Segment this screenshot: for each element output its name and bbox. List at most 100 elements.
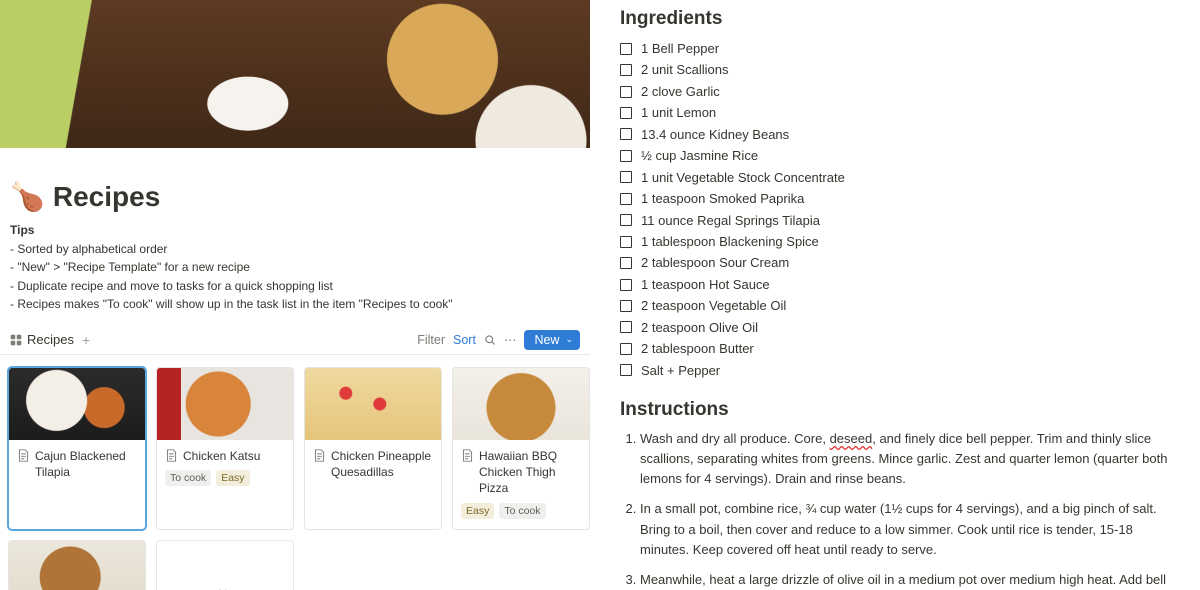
checkbox[interactable] xyxy=(620,107,632,119)
spellcheck-flag: deseed xyxy=(830,431,873,446)
new-button[interactable]: New ⌄ xyxy=(524,330,580,350)
checkbox[interactable] xyxy=(620,279,632,291)
ingredient-item[interactable]: 13.4 ounce Kidney Beans xyxy=(620,124,1180,145)
ingredient-item[interactable]: 2 tablespoon Sour Cream xyxy=(620,252,1180,273)
ingredient-text: 13.4 ounce Kidney Beans xyxy=(641,124,789,145)
checkbox[interactable] xyxy=(620,128,632,140)
tip-line: - Duplicate recipe and move to tasks for… xyxy=(10,277,580,296)
ingredient-text: 2 teaspoon Olive Oil xyxy=(641,317,758,338)
ingredient-item[interactable]: 2 tablespoon Butter xyxy=(620,338,1180,359)
ingredient-text: ½ cup Jasmine Rice xyxy=(641,145,758,166)
ingredient-item[interactable]: 2 clove Garlic xyxy=(620,81,1180,102)
instructions-list: Wash and dry all produce. Core, deseed, … xyxy=(620,429,1180,590)
ingredient-text: 2 tablespoon Sour Cream xyxy=(641,252,789,273)
checkbox[interactable] xyxy=(620,86,632,98)
page-icon[interactable]: 🍗 xyxy=(10,180,45,213)
filter-button[interactable]: Filter xyxy=(417,333,445,347)
ingredients-list: 1 Bell Pepper2 unit Scallions2 clove Gar… xyxy=(620,38,1180,381)
recipe-card[interactable]: Chicken Pineapple Quesadillas xyxy=(304,367,442,530)
checkbox[interactable] xyxy=(620,214,632,226)
gallery: Cajun Blackened Tilapia Chicken Katsu To… xyxy=(0,355,590,590)
card-title: Chicken Katsu xyxy=(183,448,260,464)
add-view-button[interactable]: + xyxy=(82,332,90,348)
instruction-step: Meanwhile, heat a large drizzle of olive… xyxy=(640,570,1180,590)
page-title[interactable]: Recipes xyxy=(53,181,160,213)
ingredient-text: 1 Bell Pepper xyxy=(641,38,719,59)
new-card-button[interactable]: + New xyxy=(156,540,294,590)
ingredient-text: 1 teaspoon Hot Sauce xyxy=(641,274,770,295)
ingredient-text: Salt + Pepper xyxy=(641,360,720,381)
instruction-step: In a small pot, combine rice, ¾ cup wate… xyxy=(640,499,1180,559)
page-icon xyxy=(313,449,326,462)
tips-label: Tips xyxy=(10,221,580,240)
tips-block: Tips - Sorted by alphabetical order - "N… xyxy=(0,219,590,326)
card-title: Cajun Blackened Tilapia xyxy=(35,448,137,480)
checkbox[interactable] xyxy=(620,64,632,76)
ingredient-text: 2 tablespoon Butter xyxy=(641,338,754,359)
checkbox[interactable] xyxy=(620,171,632,183)
ingredient-item[interactable]: 1 teaspoon Smoked Paprika xyxy=(620,188,1180,209)
ingredient-text: 11 ounce Regal Springs Tilapia xyxy=(641,210,820,231)
ingredient-item[interactable]: 11 ounce Regal Springs Tilapia xyxy=(620,210,1180,231)
card-thumbnail xyxy=(453,368,589,440)
ingredient-text: 2 clove Garlic xyxy=(641,81,720,102)
card-thumbnail xyxy=(157,368,293,440)
tag: Easy xyxy=(216,470,249,486)
chevron-down-icon: ⌄ xyxy=(565,334,573,345)
page-icon xyxy=(165,449,178,462)
ingredient-text: 1 teaspoon Smoked Paprika xyxy=(641,188,804,209)
checkbox[interactable] xyxy=(620,321,632,333)
checkbox[interactable] xyxy=(620,343,632,355)
search-icon[interactable] xyxy=(484,334,496,346)
ingredient-item[interactable]: 1 unit Vegetable Stock Concentrate xyxy=(620,167,1180,188)
ingredient-item[interactable]: 1 unit Lemon xyxy=(620,102,1180,123)
new-button-label: New xyxy=(534,333,559,347)
view-tab-label: Recipes xyxy=(27,332,74,347)
tip-line: - Recipes makes "To cook" will show up i… xyxy=(10,295,580,314)
instructions-heading: Instructions xyxy=(620,399,1180,421)
ingredient-item[interactable]: 1 tablespoon Blackening Spice xyxy=(620,231,1180,252)
sort-button[interactable]: Sort xyxy=(453,333,476,347)
instruction-step: Wash and dry all produce. Core, deseed, … xyxy=(640,429,1180,489)
card-thumbnail xyxy=(305,368,441,440)
ingredients-heading: Ingredients xyxy=(620,8,1180,30)
ingredient-item[interactable]: 1 Bell Pepper xyxy=(620,38,1180,59)
more-icon[interactable]: ⋯ xyxy=(504,332,517,347)
checkbox[interactable] xyxy=(620,193,632,205)
card-title: Hawaiian BBQ Chicken Thigh Pizza xyxy=(479,448,581,497)
ingredient-item[interactable]: 1 teaspoon Hot Sauce xyxy=(620,274,1180,295)
tip-line: - Sorted by alphabetical order xyxy=(10,240,580,259)
db-toolbar: Recipes + Filter Sort ⋯ New ⌄ xyxy=(0,326,590,355)
checkbox[interactable] xyxy=(620,43,632,55)
checkbox[interactable] xyxy=(620,236,632,248)
ingredient-item[interactable]: 2 teaspoon Vegetable Oil xyxy=(620,295,1180,316)
recipe-card[interactable]: Chicken Katsu To cook Easy xyxy=(156,367,294,530)
cover-image xyxy=(0,0,590,148)
gallery-icon xyxy=(10,334,22,346)
ingredient-text: 1 tablespoon Blackening Spice xyxy=(641,231,819,252)
ingredient-text: 2 unit Scallions xyxy=(641,59,728,80)
ingredient-text: 1 unit Vegetable Stock Concentrate xyxy=(641,167,845,188)
ingredient-item[interactable]: 2 unit Scallions xyxy=(620,59,1180,80)
card-title: Chicken Pineapple Quesadillas xyxy=(331,448,433,480)
checkbox[interactable] xyxy=(620,364,632,376)
ingredient-item[interactable]: Salt + Pepper xyxy=(620,360,1180,381)
page-icon xyxy=(17,449,30,462)
ingredient-text: 2 teaspoon Vegetable Oil xyxy=(641,295,786,316)
recipe-card[interactable]: Teriyaki Pork Luau Bowl xyxy=(8,540,146,590)
tag: To cook xyxy=(499,503,545,519)
ingredient-item[interactable]: ½ cup Jasmine Rice xyxy=(620,145,1180,166)
checkbox[interactable] xyxy=(620,300,632,312)
page-icon xyxy=(461,449,474,462)
recipe-card[interactable]: Cajun Blackened Tilapia xyxy=(8,367,146,530)
view-tab-recipes[interactable]: Recipes xyxy=(10,332,74,347)
recipe-card[interactable]: Hawaiian BBQ Chicken Thigh Pizza Easy To… xyxy=(452,367,590,530)
checkbox[interactable] xyxy=(620,257,632,269)
tag: To cook xyxy=(165,470,211,486)
checkbox[interactable] xyxy=(620,150,632,162)
tag: Easy xyxy=(461,503,494,519)
ingredient-item[interactable]: 2 teaspoon Olive Oil xyxy=(620,317,1180,338)
page-title-row: 🍗 Recipes xyxy=(0,148,590,219)
ingredient-text: 1 unit Lemon xyxy=(641,102,716,123)
card-thumbnail xyxy=(9,541,145,590)
